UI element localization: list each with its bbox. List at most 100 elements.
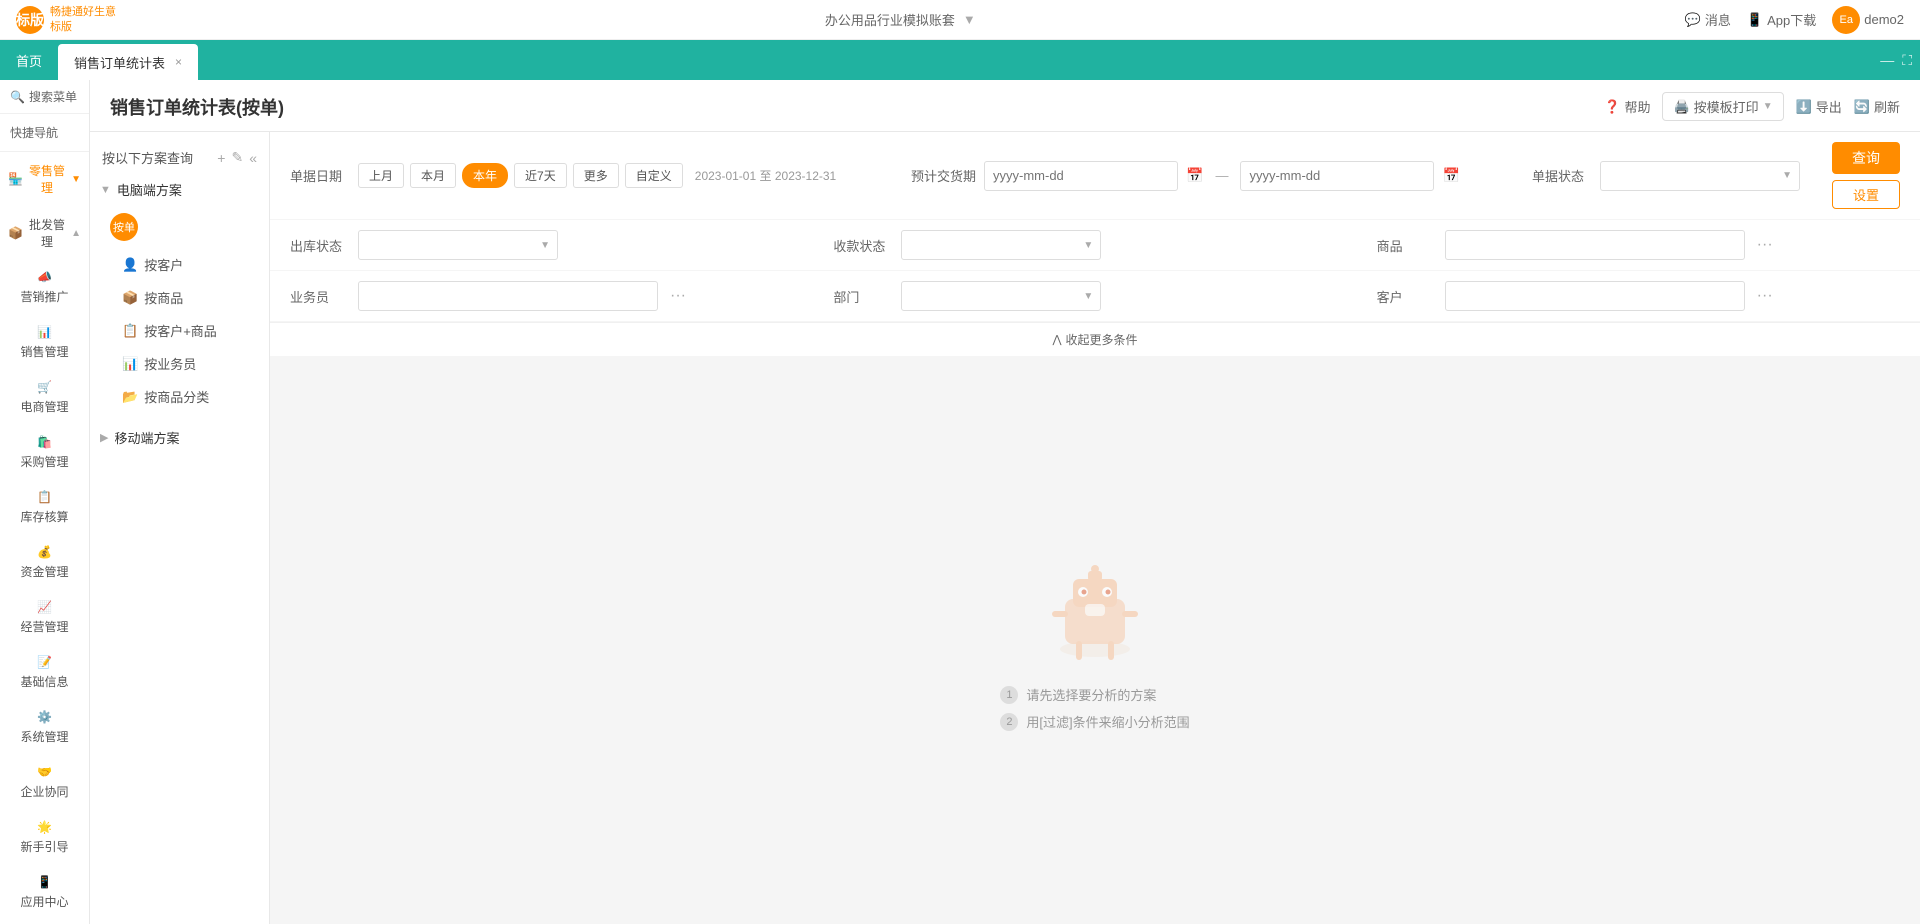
tab-close-icon[interactable]: × (175, 55, 182, 69)
payment-select[interactable] (901, 230, 1101, 260)
print-button[interactable]: 🖨️ 按模板打印 ▼ (1662, 92, 1783, 121)
shipment-filter-group: 出库状态 ▼ (290, 230, 813, 260)
salesperson-dots[interactable]: ··· (670, 287, 686, 305)
tab-home[interactable]: 首页 (0, 40, 58, 80)
date-btn-custom[interactable]: 自定义 (625, 163, 683, 188)
sidebar-item-retail[interactable]: 🏪 零售管理 ▼ (0, 152, 89, 206)
sidebar-item-newbie[interactable]: 🌟 新手引导 (0, 810, 89, 865)
product-input[interactable] (1445, 230, 1745, 260)
sidebar-item-sales[interactable]: 📊 销售管理 (0, 315, 89, 370)
export-button[interactable]: ⬇️ 导出 (1796, 97, 1842, 116)
sidebar-item-basic[interactable]: 📝 基础信息 (0, 645, 89, 700)
marketing-icon: 📣 (37, 270, 52, 284)
date-btn-this-year[interactable]: 本年 (462, 163, 508, 188)
app-download-label: App下载 (1767, 10, 1816, 29)
add-scheme-icon[interactable]: + (217, 150, 225, 166)
content-area: 销售订单统计表(按单) ❓ 帮助 🖨️ 按模板打印 ▼ ⬇️ 导出 (90, 80, 1920, 924)
logo-line2: 标版 (50, 20, 116, 34)
payment-select-wrap: ▼ (901, 230, 1101, 260)
empty-hint-2: 2 用[过滤]条件来缩小分析范围 (1000, 712, 1189, 731)
date-btn-last-7days[interactable]: 近7天 (514, 163, 567, 188)
collapse-label: 收起更多条件 (1066, 331, 1138, 348)
sidebar-item-ecommerce-label: 电商管理 (20, 398, 68, 415)
sidebar-item-wechat[interactable]: 💬 企业微信 (0, 920, 89, 924)
status-select[interactable] (1600, 161, 1800, 191)
sidebar-item-ecommerce[interactable]: 🛒 电商管理 (0, 370, 89, 425)
app-download-button[interactable]: 📱 App下载 (1747, 10, 1816, 29)
help-button[interactable]: ❓ 帮助 (1604, 97, 1650, 116)
sidebar-search[interactable]: 🔍 搜索菜单 (0, 80, 89, 114)
page-actions: ❓ 帮助 🖨️ 按模板打印 ▼ ⬇️ 导出 🔄 刷新 (1604, 92, 1900, 121)
sidebar-item-finance[interactable]: 💰 资金管理 (0, 535, 89, 590)
tree-item-by-product[interactable]: 📦 按商品 (90, 281, 269, 314)
print-arrow: ▼ (1763, 101, 1773, 112)
shipment-label: 出库状态 (290, 236, 350, 255)
sidebar-item-newbie-label: 新手引导 (20, 838, 68, 855)
edit-scheme-icon[interactable]: ✎ (231, 149, 243, 166)
settings-button[interactable]: 设置 (1832, 180, 1900, 209)
product-filter-group: 商品 ··· (1377, 230, 1900, 260)
date-btn-last-month[interactable]: 上月 (358, 163, 404, 188)
sidebar-item-marketing[interactable]: 📣 营销推广 (0, 260, 89, 315)
tree-section-pc-label: 电脑端方案 (117, 180, 182, 199)
customer-dots[interactable]: ··· (1757, 287, 1773, 305)
filter-row-1: 单据日期 上月 本月 本年 近7天 更多 自定义 2023-01-01 (270, 132, 1920, 220)
hint-num-1: 1 (1000, 686, 1018, 704)
salesperson-input[interactable] (358, 281, 658, 311)
collapse-panel-icon[interactable]: « (249, 150, 257, 166)
payment-label: 收款状态 (833, 236, 893, 255)
by-product-label: 按商品 (144, 288, 183, 307)
date-btn-this-month[interactable]: 本月 (410, 163, 456, 188)
print-label: 按模板打印 (1694, 97, 1759, 116)
product-label: 商品 (1377, 236, 1437, 255)
tree-section-arrow: ▼ (100, 184, 111, 196)
dept-select[interactable] (901, 281, 1101, 311)
sidebar-item-basic-label: 基础信息 (20, 673, 68, 690)
main-content: 按以下方案查询 + ✎ « ▼ 电脑端方案 按单 👤 (90, 132, 1920, 924)
calendar-icon-to[interactable]: 📅 (1442, 167, 1459, 184)
expected-date-to-input[interactable] (1240, 161, 1434, 191)
sidebar-item-purchase[interactable]: 🛍️ 采购管理 (0, 425, 89, 480)
customer-input[interactable] (1445, 281, 1745, 311)
customer-filter-group: 客户 ··· (1377, 281, 1900, 311)
message-button[interactable]: 💬 消息 (1685, 10, 1731, 29)
appcenter-icon: 📱 (37, 875, 52, 889)
right-area: 单据日期 上月 本月 本年 近7天 更多 自定义 2023-01-01 (270, 132, 1920, 924)
tab-minimize-btn[interactable]: — (1880, 52, 1894, 68)
tree-item-by-order[interactable]: 按单 (90, 206, 269, 248)
product-dots[interactable]: ··· (1757, 236, 1773, 254)
query-button[interactable]: 查询 (1832, 142, 1900, 174)
hint-text-2: 用[过滤]条件来缩小分析范围 (1026, 712, 1189, 731)
tab-sales-report[interactable]: 销售订单统计表 × (58, 44, 198, 80)
action-buttons: 查询 设置 (1832, 142, 1900, 209)
sidebar-item-enterprise[interactable]: 🤝 企业协同 (0, 755, 89, 810)
inventory-icon: 📋 (37, 490, 52, 504)
tab-maximize-btn[interactable]: ⛶ (1902, 52, 1912, 69)
sidebar-nav-label[interactable]: 快捷导航 (0, 118, 89, 147)
shipment-select[interactable] (358, 230, 558, 260)
tree-item-by-category[interactable]: 📂 按商品分类 (90, 380, 269, 413)
sidebar-item-wholesale[interactable]: 📦 批发管理 ▲ (0, 206, 89, 260)
sidebar-item-operations[interactable]: 📈 经营管理 (0, 590, 89, 645)
tree-item-by-customer-product[interactable]: 📋 按客户+商品 (90, 314, 269, 347)
sidebar-search-text[interactable]: 🔍 搜索菜单 (10, 88, 79, 105)
sidebar-item-inventory[interactable]: 📋 库存核算 (0, 480, 89, 535)
expected-date-from-input[interactable] (984, 161, 1178, 191)
calendar-icon-from[interactable]: 📅 (1186, 167, 1203, 184)
sidebar: 🔍 搜索菜单 快捷导航 🏪 零售管理 ▼ 📦 批发管理 ▲ 📣 营销推广 📊 销… (0, 80, 90, 924)
by-customer-icon: 👤 (122, 257, 138, 273)
logo-text: 畅捷通好生意 标版 (50, 5, 116, 34)
sidebar-quick-nav[interactable]: 快捷导航 (0, 114, 89, 152)
tree-item-by-salesperson[interactable]: 📊 按业务员 (90, 347, 269, 380)
user-area[interactable]: Ea demo2 (1832, 6, 1904, 34)
sidebar-item-marketing-label: 营销推广 (20, 288, 68, 305)
tree-item-by-customer[interactable]: 👤 按客户 (90, 248, 269, 281)
sidebar-item-appcenter[interactable]: 📱 应用中心 (0, 865, 89, 920)
top-bar: 标版 畅捷通好生意 标版 办公用品行业模拟账套 ▼ 💬 消息 📱 App下载 E… (0, 0, 1920, 40)
date-from: 2023-01-01 (695, 169, 756, 183)
refresh-button[interactable]: 🔄 刷新 (1854, 97, 1900, 116)
collapse-bar[interactable]: ⋀ 收起更多条件 (270, 322, 1920, 356)
date-btn-more[interactable]: 更多 (573, 163, 619, 188)
sidebar-item-system[interactable]: ⚙️ 系统管理 (0, 700, 89, 755)
workspace-dropdown-arrow[interactable]: ▼ (963, 12, 976, 27)
